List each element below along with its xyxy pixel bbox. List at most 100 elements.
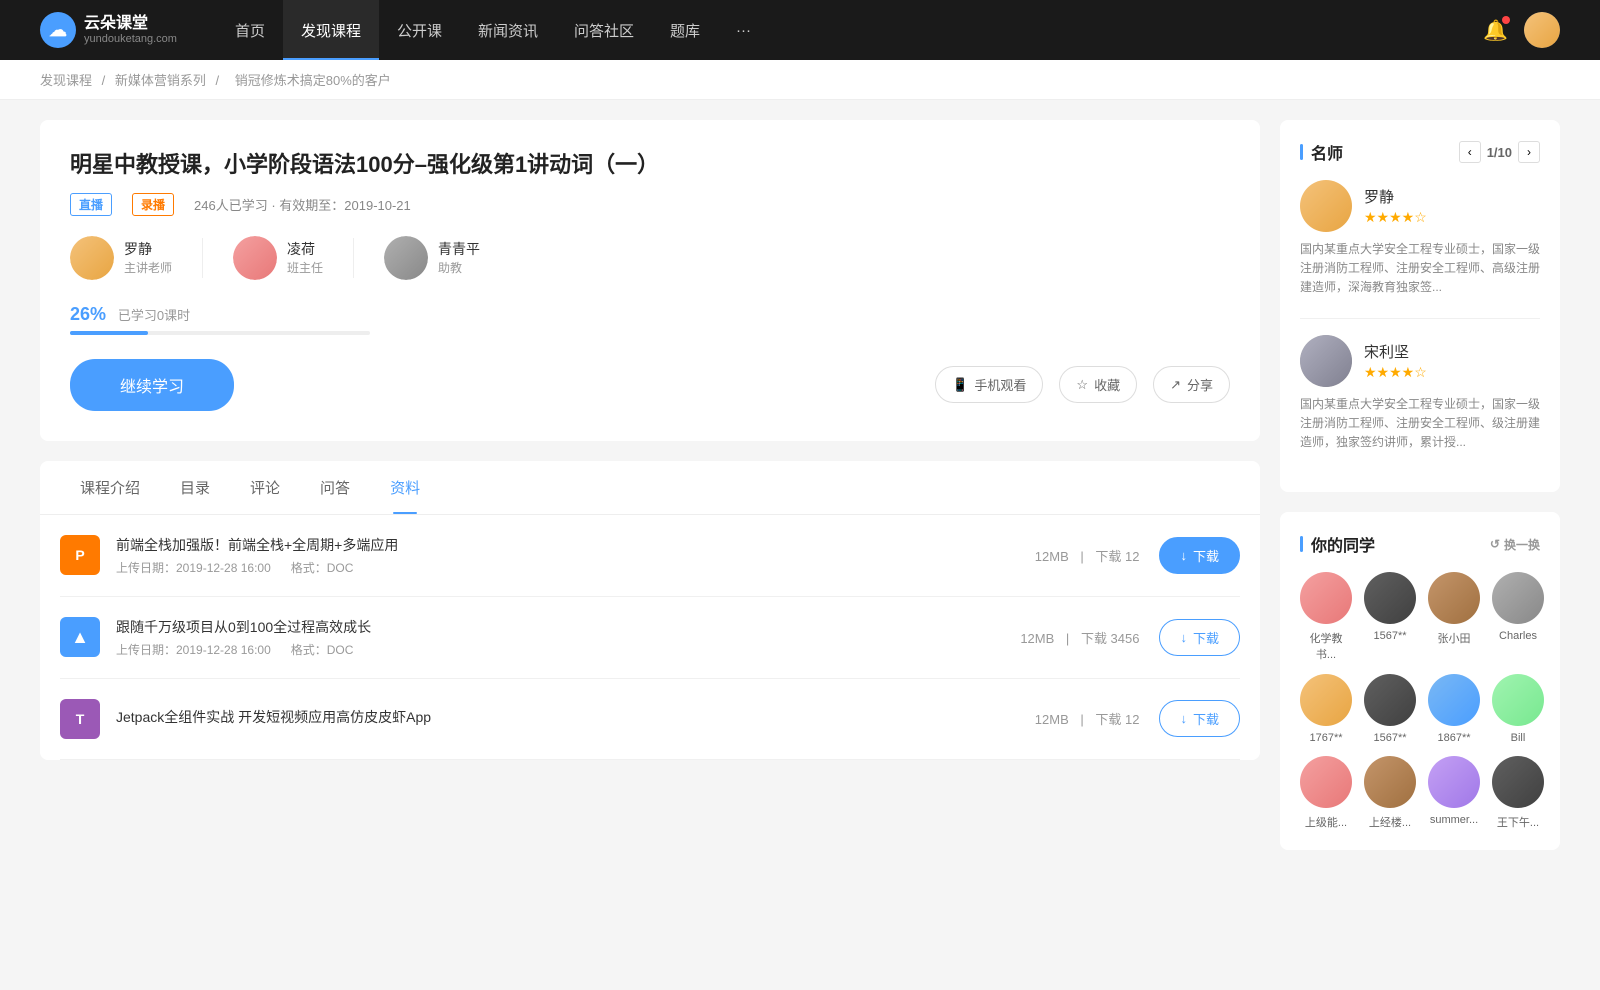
teacher-sidebar-divider [1300, 318, 1540, 319]
teacher-2-avatar [233, 236, 277, 280]
students-sidebar-title: 你的同学 ↺ 换一换 [1300, 532, 1540, 556]
download-icon-2: ↓ [1180, 630, 1187, 645]
sidebar-teacher-2-name: 宋利坚 [1364, 341, 1427, 362]
nav-home[interactable]: 首页 [217, 0, 283, 60]
tag-live: 直播 [70, 193, 112, 216]
teacher-3-name: 青青平 [438, 239, 480, 259]
collect-button[interactable]: ☆ 收藏 [1059, 366, 1137, 403]
nav-qa[interactable]: 问答社区 [556, 0, 652, 60]
breadcrumb-current: 销冠修炼术搞定80%的客户 [235, 73, 391, 88]
students-grid: 化学教书... 1567** 张小田 Charles 1767** [1300, 572, 1540, 830]
sidebar-teacher-1-desc: 国内某重点大学安全工程专业硕士，国家一级注册消防工程师、注册安全工程师、高级注册… [1300, 240, 1540, 298]
student-3-avatar [1428, 572, 1480, 624]
student-2-name: 1567** [1373, 630, 1406, 642]
phone-watch-button[interactable]: 📱 手机观看 [935, 366, 1043, 403]
teacher-2-name: 凌荷 [287, 239, 323, 259]
tab-qa[interactable]: 问答 [300, 461, 370, 514]
header-left: ☁ 云朵课堂 yundouketang.com 首页 发现课程 公开课 新闻资讯… [40, 0, 769, 60]
content-right: 名师 ‹ 1/10 › 罗静 ★★★★☆ 国内某重点大学安全工程专业硕士，国家 [1280, 120, 1560, 870]
student-12-avatar [1492, 756, 1544, 808]
download-button-1[interactable]: ↓ 下载 [1159, 537, 1240, 574]
tab-review[interactable]: 评论 [230, 461, 300, 514]
share-icon: ↗ [1170, 377, 1181, 393]
prev-teacher-button[interactable]: ‹ [1459, 141, 1481, 163]
nav-more[interactable]: ··· [718, 0, 769, 60]
tabs-card: 课程介绍 目录 评论 问答 资料 P 前端全栈加强版！前端全栈+全周期+多端应用… [40, 461, 1260, 760]
nav-exam[interactable]: 题库 [652, 0, 718, 60]
student-1-avatar [1300, 572, 1352, 624]
nav-discover[interactable]: 发现课程 [283, 0, 379, 60]
breadcrumb-series[interactable]: 新媒体营销系列 [115, 73, 206, 88]
file-stats-2: 12MB | 下载 3456 [1020, 628, 1139, 647]
student-7-name: 1867** [1437, 732, 1470, 744]
logo-icon: ☁ [40, 12, 76, 48]
student-10-avatar [1364, 756, 1416, 808]
student-9-avatar [1300, 756, 1352, 808]
sidebar-teacher-2-avatar [1300, 335, 1352, 387]
file-name-2: 跟随千万级项目从0到100全过程高效成长 [116, 617, 1020, 637]
continue-button[interactable]: 继续学习 [70, 359, 234, 411]
file-info-2: 跟随千万级项目从0到100全过程高效成长 上传日期：2019-12-28 16:… [116, 617, 1020, 658]
teacher-1-name: 罗静 [124, 239, 172, 259]
course-title: 明星中教授课，小学阶段语法100分–强化级第1讲动词（一） [70, 150, 1230, 181]
teachers-list: 罗静 主讲老师 凌荷 班主任 [70, 236, 1230, 280]
student-6-name: 1567** [1373, 732, 1406, 744]
logo-text: 云朵课堂 yundouketang.com [84, 14, 177, 46]
student-9-name: 上级能... [1305, 814, 1347, 830]
breadcrumb-discover[interactable]: 发现课程 [40, 73, 92, 88]
sidebar-teacher-2-desc: 国内某重点大学安全工程专业硕士，国家一级注册消防工程师、注册安全工程师、级注册建… [1300, 395, 1540, 453]
teacher-divider-1 [202, 238, 203, 278]
teacher-1-avatar [70, 236, 114, 280]
download-button-2[interactable]: ↓ 下载 [1159, 619, 1240, 656]
student-11-name: summer... [1430, 814, 1478, 826]
next-teacher-button[interactable]: › [1518, 141, 1540, 163]
file-info-3: Jetpack全组件实战 开发短视频应用高仿皮皮虾App [116, 707, 1035, 731]
student-10-name: 上经楼... [1369, 814, 1411, 830]
breadcrumb-sep1: / [102, 73, 109, 88]
phone-icon: 📱 [952, 377, 968, 393]
file-meta-2: 上传日期：2019-12-28 16:00 格式：DOC [116, 641, 1020, 658]
refresh-label: 换一换 [1504, 536, 1540, 553]
progress-sub-label: 已学习0课时 [118, 305, 190, 324]
sidebar-teacher-2: 宋利坚 ★★★★☆ 国内某重点大学安全工程专业硕士，国家一级注册消防工程师、注册… [1300, 335, 1540, 453]
logo[interactable]: ☁ 云朵课堂 yundouketang.com [40, 12, 177, 48]
bell-button[interactable]: 🔔 [1483, 18, 1508, 43]
student-3-name: 张小田 [1438, 630, 1471, 646]
teachers-sidebar-card: 名师 ‹ 1/10 › 罗静 ★★★★☆ 国内某重点大学安全工程专业硕士，国家 [1280, 120, 1560, 492]
course-meta-text: 246人已学习 · 有效期至：2019-10-21 [194, 195, 411, 214]
download-icon-1: ↓ [1180, 548, 1187, 563]
student-9: 上级能... [1300, 756, 1352, 830]
tab-materials[interactable]: 资料 [370, 461, 440, 514]
user-avatar[interactable] [1524, 12, 1560, 48]
tab-catalog[interactable]: 目录 [160, 461, 230, 514]
sidebar-teacher-2-info: 宋利坚 ★★★★☆ [1364, 341, 1427, 381]
sidebar-teacher-1-name: 罗静 [1364, 186, 1427, 207]
download-button-3[interactable]: ↓ 下载 [1159, 700, 1240, 737]
file-stats-3: 12MB | 下载 12 [1035, 709, 1140, 728]
teachers-sidebar-title: 名师 ‹ 1/10 › [1300, 140, 1540, 164]
student-8-avatar [1492, 674, 1544, 726]
tab-intro[interactable]: 课程介绍 [60, 461, 160, 514]
sidebar-teacher-1-avatar [1300, 180, 1352, 232]
avatar-image [1524, 12, 1560, 48]
refresh-students-button[interactable]: ↺ 换一换 [1490, 536, 1540, 553]
file-icon-1: P [60, 535, 100, 575]
file-icon-2: ▲ [60, 617, 100, 657]
download-icon-3: ↓ [1180, 711, 1187, 726]
teacher-1: 罗静 主讲老师 [70, 236, 172, 280]
file-info-1: 前端全栈加强版！前端全栈+全周期+多端应用 上传日期：2019-12-28 16… [116, 535, 1035, 576]
tabs-header: 课程介绍 目录 评论 问答 资料 [40, 461, 1260, 515]
file-item-3: T Jetpack全组件实战 开发短视频应用高仿皮皮虾App 12MB | 下载… [60, 679, 1240, 760]
student-12-name: 王下午... [1497, 814, 1539, 830]
nav-news[interactable]: 新闻资讯 [460, 0, 556, 60]
teachers-title-text: 名师 [1300, 140, 1343, 164]
student-7: 1867** [1428, 674, 1480, 744]
file-name-1: 前端全栈加强版！前端全栈+全周期+多端应用 [116, 535, 1035, 555]
course-meta: 直播 录播 246人已学习 · 有效期至：2019-10-21 [70, 193, 1230, 216]
student-5-avatar [1300, 674, 1352, 726]
share-button[interactable]: ↗ 分享 [1153, 366, 1230, 403]
content-left: 明星中教授课，小学阶段语法100分–强化级第1讲动词（一） 直播 录播 246人… [40, 120, 1260, 870]
student-4-name: Charles [1499, 630, 1537, 642]
nav-open-course[interactable]: 公开课 [379, 0, 460, 60]
teacher-1-info: 罗静 主讲老师 [124, 239, 172, 276]
